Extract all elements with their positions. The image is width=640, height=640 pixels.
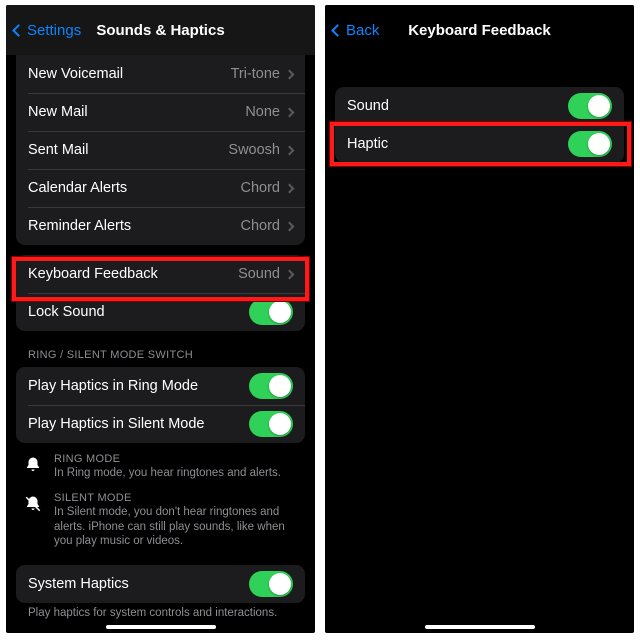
toggle-haptics-silent[interactable] [249,411,293,437]
navbar: Settings Sounds & Haptics [6,5,315,55]
chevron-right-icon [285,183,295,193]
row-calendar-alerts[interactable]: Calendar Alerts Chord [16,169,305,207]
row-haptics-ring[interactable]: Play Haptics in Ring Mode [16,367,305,405]
mode-desc: In Silent mode, you don't hear ringtones… [54,505,301,548]
screenshot-keyboard-feedback: Back Keyboard Feedback Sound Haptic [325,5,634,633]
mode-label: RING MODE [54,453,301,465]
row-value: Chord [241,218,281,234]
back-button[interactable]: Back [333,22,379,39]
settings-content: New Voicemail Tri-tone New Mail None Sen… [6,55,315,619]
system-group: System Haptics [16,565,305,603]
home-indicator[interactable] [425,625,535,629]
silent-mode-info: SILENT MODE In Silent mode, you don't he… [6,482,315,550]
row-label: Sent Mail [28,142,228,158]
row-label: Sound [347,98,568,114]
row-reminder-alerts[interactable]: Reminder Alerts Chord [16,207,305,245]
row-label: Play Haptics in Ring Mode [28,378,249,394]
chevron-right-icon [285,107,295,117]
row-value: Sound [238,266,280,282]
row-system-haptics[interactable]: System Haptics [16,565,305,603]
row-label: Calendar Alerts [28,180,241,196]
row-keyboard-feedback[interactable]: Keyboard Feedback Sound [16,255,305,293]
mode-desc: In Ring mode, you hear ringtones and ale… [54,466,301,480]
chevron-left-icon [12,24,25,37]
row-label: New Voicemail [28,66,231,82]
toggle-haptics-ring[interactable] [249,373,293,399]
row-value: Chord [241,180,281,196]
row-haptics-silent[interactable]: Play Haptics in Silent Mode [16,405,305,443]
chevron-right-icon [285,269,295,279]
chevron-left-icon [331,24,344,37]
back-label: Back [346,22,379,39]
chevron-right-icon [285,69,295,79]
toggle-lock-sound[interactable] [249,299,293,325]
settings-content: Sound Haptic [325,87,634,163]
row-value: Tri-tone [231,66,280,82]
row-new-voicemail[interactable]: New Voicemail Tri-tone [16,55,305,93]
row-label: Play Haptics in Silent Mode [28,416,249,432]
bell-icon [24,456,42,474]
screenshot-sounds-haptics: Settings Sounds & Haptics New Voicemail … [6,5,315,633]
navbar: Back Keyboard Feedback [325,5,634,55]
row-label: Reminder Alerts [28,218,241,234]
row-label: New Mail [28,104,245,120]
row-new-mail[interactable]: New Mail None [16,93,305,131]
bell-mute-icon [24,495,42,513]
row-sound[interactable]: Sound [335,87,624,125]
back-button[interactable]: Settings [14,22,81,39]
ring-group: Play Haptics in Ring Mode Play Haptics i… [16,367,305,443]
section-header-ring: RING / SILENT MODE SWITCH [6,331,315,365]
row-label: Haptic [347,136,568,152]
chevron-right-icon [285,145,295,155]
row-haptic[interactable]: Haptic [335,125,624,163]
sounds-group: New Voicemail Tri-tone New Mail None Sen… [16,55,305,245]
feedback-group: Sound Haptic [335,87,624,163]
keyboard-group: Keyboard Feedback Sound Lock Sound [16,255,305,331]
row-label: Lock Sound [28,304,249,320]
ring-mode-info: RING MODE In Ring mode, you hear rington… [6,443,315,482]
row-label: System Haptics [28,576,249,592]
back-label: Settings [27,22,81,39]
toggle-sound[interactable] [568,93,612,119]
mode-label: SILENT MODE [54,492,301,504]
toggle-haptic[interactable] [568,131,612,157]
toggle-system-haptics[interactable] [249,571,293,597]
chevron-right-icon [285,221,295,231]
row-value: None [245,104,280,120]
footer-caption: Play haptics for system controls and int… [6,603,315,619]
row-sent-mail[interactable]: Sent Mail Swoosh [16,131,305,169]
row-lock-sound[interactable]: Lock Sound [16,293,305,331]
row-label: Keyboard Feedback [28,266,238,282]
row-value: Swoosh [228,142,280,158]
home-indicator[interactable] [106,625,216,629]
